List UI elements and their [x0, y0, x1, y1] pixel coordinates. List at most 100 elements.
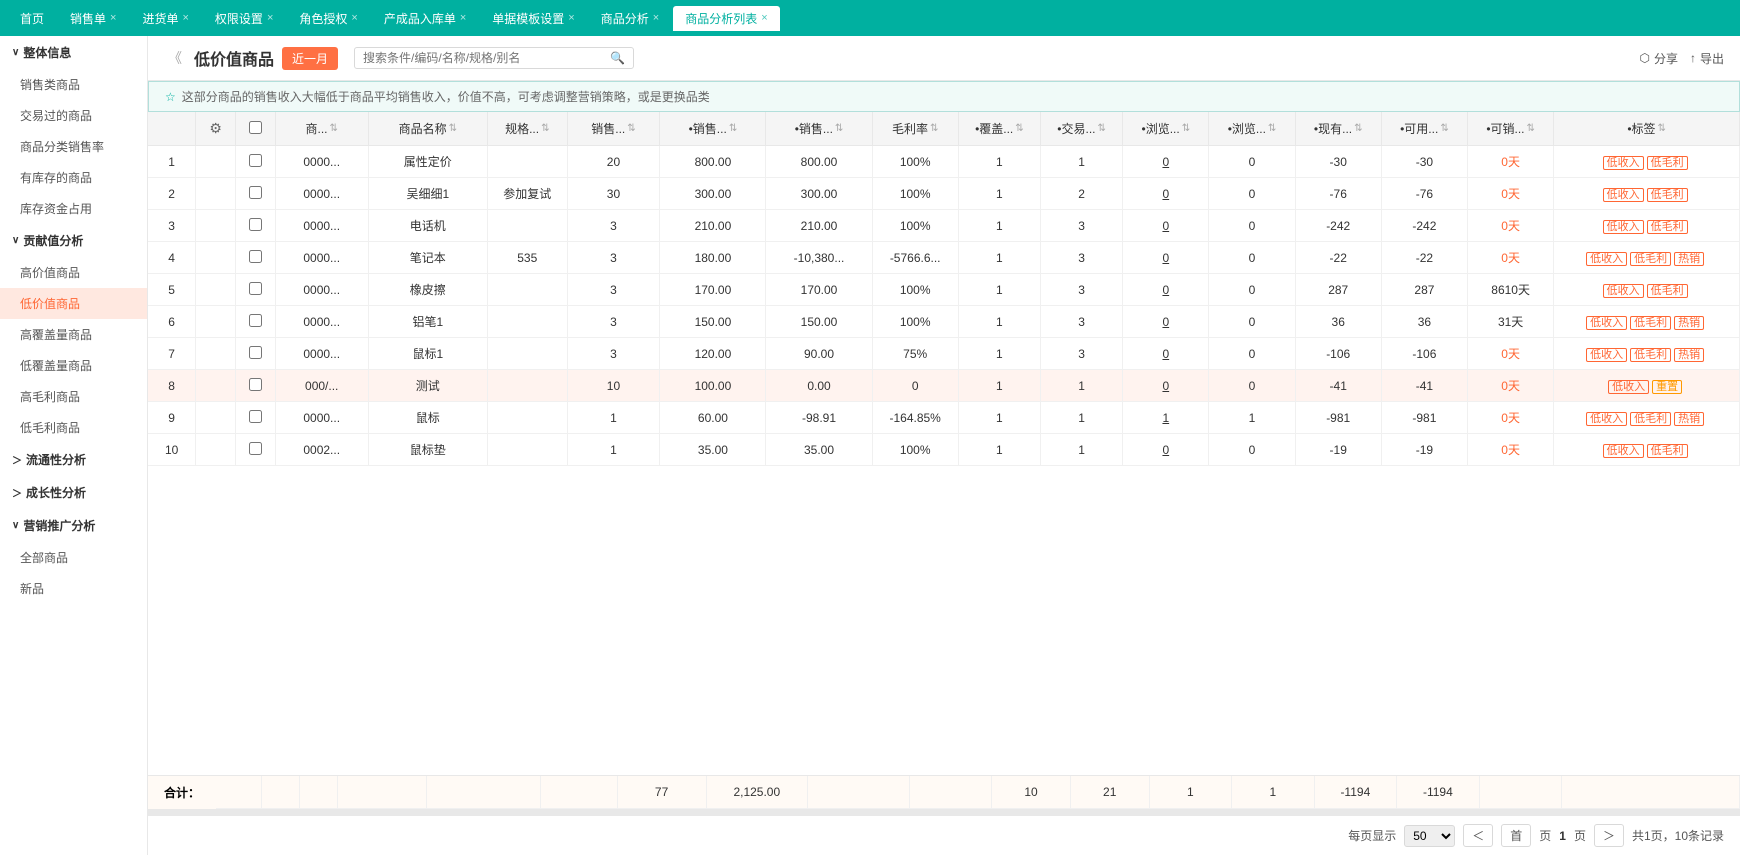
col-header-tag[interactable]: •标签⇅	[1554, 112, 1740, 146]
sidebar-item-all-goods[interactable]: 全部商品	[0, 542, 147, 573]
row-checkbox[interactable]	[236, 370, 276, 402]
filter-recent-month-button[interactable]: 近一月	[282, 47, 338, 70]
row-select-checkbox[interactable]	[249, 250, 262, 263]
view-link[interactable]: 1	[1162, 411, 1169, 425]
col-header-trade[interactable]: •交易...⇅	[1040, 112, 1122, 146]
nav-home[interactable]: 首页	[8, 6, 56, 31]
sort-icon[interactable]: ⇅	[1098, 123, 1106, 134]
nav-analysis[interactable]: 商品分析 ×	[589, 6, 671, 31]
sidebar-group-growth[interactable]: ＞ 成长性分析	[0, 476, 147, 509]
sort-icon[interactable]: ⇅	[1527, 123, 1535, 134]
sort-icon[interactable]: ⇅	[1015, 123, 1023, 134]
row-view1[interactable]: 0	[1123, 210, 1209, 242]
view-link[interactable]: 0	[1162, 251, 1169, 265]
view-link[interactable]: 0	[1162, 347, 1169, 361]
sidebar-group-overall[interactable]: ∨ 整体信息	[0, 36, 147, 69]
nav-sales[interactable]: 销售单 ×	[58, 6, 128, 31]
sidebar-item-stock-fund[interactable]: 库存资金占用	[0, 193, 147, 224]
view-link[interactable]: 0	[1162, 219, 1169, 233]
row-view1[interactable]: 0	[1123, 274, 1209, 306]
col-header-sale2[interactable]: •销售...⇅	[660, 112, 766, 146]
col-header-check[interactable]	[236, 112, 276, 146]
col-header-name[interactable]: 商品名称⇅	[368, 112, 487, 146]
row-select-checkbox[interactable]	[249, 378, 262, 391]
sidebar-item-low-coverage[interactable]: 低覆盖量商品	[0, 350, 147, 381]
close-icon[interactable]: ×	[653, 12, 659, 24]
close-icon[interactable]: ×	[182, 12, 188, 24]
sort-icon[interactable]: ⇅	[541, 123, 549, 134]
search-input[interactable]	[363, 51, 610, 65]
sort-icon[interactable]: ⇅	[449, 123, 457, 134]
row-select-checkbox[interactable]	[249, 186, 262, 199]
sidebar-group-contribution[interactable]: ∨ 贡献值分析	[0, 224, 147, 257]
close-icon[interactable]: ×	[110, 12, 116, 24]
view-link[interactable]: 0	[1162, 379, 1169, 393]
close-icon[interactable]: ×	[267, 12, 273, 24]
search-icon[interactable]: 🔍	[610, 51, 625, 65]
collapse-sidebar-button[interactable]: 《	[164, 44, 186, 72]
view-link[interactable]: 0	[1162, 315, 1169, 329]
export-button[interactable]: ↑ 导出	[1690, 50, 1724, 67]
col-header-stock2[interactable]: •可用...⇅	[1381, 112, 1467, 146]
share-button[interactable]: ⬡ 分享	[1639, 50, 1678, 67]
row-view1[interactable]: 0	[1123, 370, 1209, 402]
sidebar-item-new-goods[interactable]: 新品	[0, 573, 147, 604]
row-checkbox[interactable]	[236, 306, 276, 338]
view-link[interactable]: 0	[1162, 443, 1169, 457]
close-icon[interactable]: ×	[351, 12, 357, 24]
nav-permission[interactable]: 权限设置 ×	[203, 6, 285, 31]
sidebar-group-marketing[interactable]: ∨ 营销推广分析	[0, 509, 147, 542]
row-select-checkbox[interactable]	[249, 410, 262, 423]
col-header-settings[interactable]: ⚙	[196, 112, 236, 146]
col-header-sale1[interactable]: 销售...⇅	[567, 112, 660, 146]
per-page-select[interactable]: 50 100 200	[1404, 825, 1455, 847]
col-header-view2[interactable]: •浏览...⇅	[1209, 112, 1295, 146]
row-view1[interactable]: 0	[1123, 338, 1209, 370]
row-checkbox[interactable]	[236, 146, 276, 178]
row-checkbox[interactable]	[236, 242, 276, 274]
row-view1[interactable]: 0	[1123, 178, 1209, 210]
nav-analysis-list[interactable]: 商品分析列表 ×	[673, 6, 779, 31]
row-view1[interactable]: 0	[1123, 146, 1209, 178]
row-checkbox[interactable]	[236, 338, 276, 370]
row-checkbox[interactable]	[236, 274, 276, 306]
sort-icon[interactable]: ⇅	[1268, 123, 1276, 134]
col-header-spec[interactable]: 规格...⇅	[487, 112, 567, 146]
sidebar-item-stock-goods[interactable]: 有库存的商品	[0, 162, 147, 193]
col-header-sale3[interactable]: •销售...⇅	[766, 112, 872, 146]
col-header-salable[interactable]: •可销...⇅	[1468, 112, 1554, 146]
row-view1[interactable]: 1	[1123, 402, 1209, 434]
first-page-button[interactable]: 首	[1501, 824, 1531, 847]
view-link[interactable]: 0	[1162, 187, 1169, 201]
row-select-checkbox[interactable]	[249, 442, 262, 455]
sort-icon[interactable]: ⇅	[627, 123, 635, 134]
col-header-cover[interactable]: •覆盖...⇅	[958, 112, 1040, 146]
col-header-stock1[interactable]: •现有...⇅	[1295, 112, 1381, 146]
nav-template[interactable]: 单据模板设置 ×	[480, 6, 586, 31]
row-select-checkbox[interactable]	[249, 314, 262, 327]
row-checkbox[interactable]	[236, 178, 276, 210]
col-header-view1[interactable]: •浏览...⇅	[1123, 112, 1209, 146]
select-all-checkbox[interactable]	[249, 121, 262, 134]
sort-icon[interactable]: ⇅	[1182, 123, 1190, 134]
row-checkbox[interactable]	[236, 402, 276, 434]
prev-page-button[interactable]: ＜	[1463, 824, 1493, 847]
sidebar-item-traded-goods[interactable]: 交易过的商品	[0, 100, 147, 131]
row-select-checkbox[interactable]	[249, 218, 262, 231]
sidebar-item-high-value[interactable]: 高价值商品	[0, 257, 147, 288]
sidebar-item-low-profit[interactable]: 低毛利商品	[0, 412, 147, 443]
view-link[interactable]: 0	[1162, 155, 1169, 169]
row-view1[interactable]: 0	[1123, 434, 1209, 466]
row-view1[interactable]: 0	[1123, 306, 1209, 338]
settings-icon[interactable]: ⚙	[209, 120, 222, 136]
next-page-button[interactable]: ＞	[1594, 824, 1624, 847]
row-checkbox[interactable]	[236, 210, 276, 242]
sort-icon[interactable]: ⇅	[930, 123, 938, 134]
sort-icon[interactable]: ⇅	[835, 123, 843, 134]
nav-purchase[interactable]: 进货单 ×	[130, 6, 200, 31]
sidebar-item-high-coverage[interactable]: 高覆盖量商品	[0, 319, 147, 350]
sort-icon[interactable]: ⇅	[729, 123, 737, 134]
view-link[interactable]: 0	[1162, 283, 1169, 297]
col-header-code[interactable]: 商...⇅	[275, 112, 368, 146]
sidebar-group-liquidity[interactable]: ＞ 流通性分析	[0, 443, 147, 476]
